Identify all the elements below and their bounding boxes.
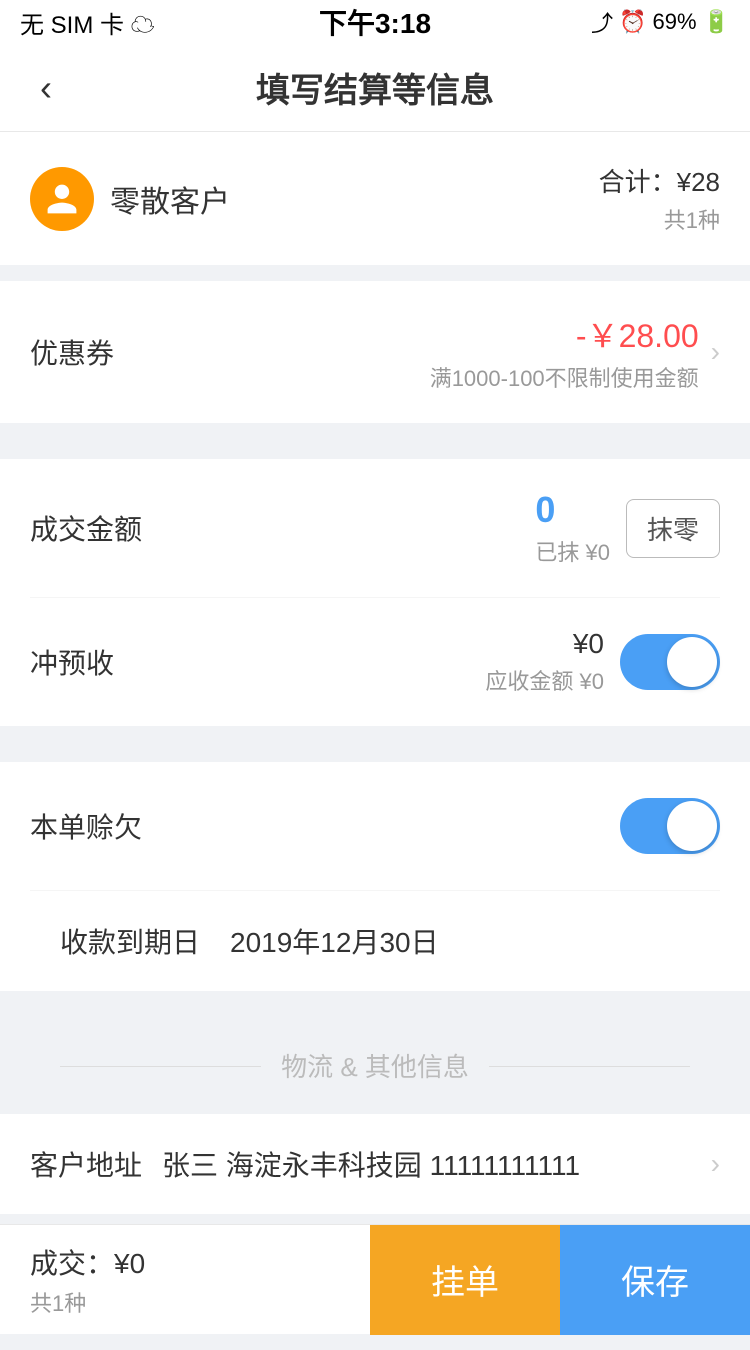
location-icon: ⤴ [591, 6, 613, 38]
coupon-right: -￥28.00 满1000-100不限制使用金额 › [430, 311, 720, 393]
save-button[interactable]: 保存 [560, 1225, 750, 1335]
debt-section: 本单赊欠 收款到期日 2019年12月30日 [0, 762, 750, 991]
section-gap-4 [0, 1104, 750, 1114]
amount-section: 成交金额 0 已抹 ¥0 抹零 冲预收 ¥0 应收金额 ¥0 [0, 459, 750, 726]
transaction-label: 成交金额 [30, 508, 142, 548]
address-card: 客户地址 张三 海淀永丰科技园 11111111111 › [0, 1114, 750, 1214]
prepay-right: ¥0 应收金额 ¥0 [485, 628, 720, 696]
round-button[interactable]: 抹零 [626, 499, 720, 558]
hang-button[interactable]: 挂单 [370, 1225, 560, 1335]
person-icon [44, 181, 80, 217]
nav-bar: ‹ 填写结算等信息 [0, 44, 750, 132]
content-area: 零散客户 合计：¥28 共1种 优惠券 -￥28.00 满1000-100不限制… [0, 132, 750, 1350]
deal-prefix: 成交： [30, 1248, 114, 1279]
prepay-label: 冲预收 [30, 642, 114, 682]
section-gap-2 [0, 742, 750, 762]
prepay-value-block: ¥0 应收金额 ¥0 [485, 628, 604, 696]
debt-toggle-thumb [667, 801, 717, 851]
coupon-desc: 满1000-100不限制使用金额 [430, 361, 699, 393]
section-gap-3 [0, 1007, 750, 1027]
logistics-header: 物流 & 其他信息 [0, 1027, 750, 1104]
address-chevron-icon: › [711, 1148, 720, 1180]
alarm-icon: ⏰ [619, 9, 646, 35]
customer-total-block: 合计：¥28 共1种 [599, 162, 720, 235]
address-row[interactable]: 客户地址 张三 海淀永丰科技园 11111111111 › [0, 1114, 750, 1214]
coupon-card: 优惠券 -￥28.00 满1000-100不限制使用金额 › [0, 281, 750, 423]
sim-status: 无 SIM 卡 ☁ [20, 5, 155, 40]
coupon-row[interactable]: 优惠券 -￥28.00 满1000-100不限制使用金额 › [0, 281, 750, 423]
status-left: 无 SIM 卡 ☁ [20, 5, 155, 40]
transaction-value: 0 [535, 489, 610, 531]
transaction-right: 0 已抹 ¥0 抹零 [535, 489, 720, 567]
battery-text: 69% [653, 9, 697, 35]
avatar [30, 167, 94, 231]
back-button[interactable]: ‹ [30, 57, 62, 119]
logistics-title: 物流 & 其他信息 [261, 1047, 489, 1084]
coupon-chevron-icon: › [711, 336, 720, 368]
debt-label: 本单赊欠 [30, 806, 142, 846]
bottom-deal-label: 成交：¥0 [30, 1242, 340, 1282]
customer-row: 零散客户 合计：¥28 共1种 [0, 132, 750, 265]
status-bar: 无 SIM 卡 ☁ 下午3:18 ⤴ ⏰ 69% 🔋 [0, 0, 750, 44]
battery-icon: 🔋 [703, 9, 730, 35]
due-date-label: 收款到期日 [60, 921, 200, 961]
transaction-value-block: 0 已抹 ¥0 [535, 489, 610, 567]
prepay-toggle[interactable] [620, 634, 720, 690]
coupon-label: 优惠券 [30, 332, 114, 372]
deal-amount: ¥0 [114, 1248, 145, 1279]
prepay-row: 冲预收 ¥0 应收金额 ¥0 [30, 598, 720, 726]
total-label: 合计：¥28 [599, 162, 720, 199]
bottom-bar: 成交：¥0 共1种 挂单 保存 [0, 1224, 750, 1334]
customer-name: 零散客户 [110, 177, 230, 221]
bottom-count: 共1种 [30, 1286, 340, 1318]
coupon-value-block: -￥28.00 满1000-100不限制使用金额 [430, 311, 699, 393]
toggle-thumb [667, 637, 717, 687]
status-right: ⤴ ⏰ 69% 🔋 [591, 6, 730, 38]
due-date-value: 2019年12月30日 [230, 921, 439, 961]
coupon-amount: -￥28.00 [430, 311, 699, 357]
total-count: 共1种 [599, 203, 720, 235]
debt-toggle[interactable] [620, 798, 720, 854]
transaction-sub: 已抹 ¥0 [535, 535, 610, 567]
customer-left: 零散客户 [30, 167, 230, 231]
debt-row: 本单赊欠 [30, 762, 720, 890]
bottom-summary: 成交：¥0 共1种 [0, 1242, 370, 1318]
prepay-value: ¥0 [485, 628, 604, 660]
address-value: 张三 海淀永丰科技园 11111111111 [162, 1144, 711, 1184]
customer-card: 零散客户 合计：¥28 共1种 [0, 132, 750, 265]
page-title: 填写结算等信息 [256, 63, 494, 112]
due-date-row: 收款到期日 2019年12月30日 [30, 890, 720, 991]
address-label: 客户地址 [30, 1144, 142, 1184]
status-time: 下午3:18 [319, 2, 431, 42]
section-gap-1 [0, 439, 750, 459]
transaction-row: 成交金额 0 已抹 ¥0 抹零 [30, 459, 720, 598]
prepay-sub: 应收金额 ¥0 [485, 664, 604, 696]
